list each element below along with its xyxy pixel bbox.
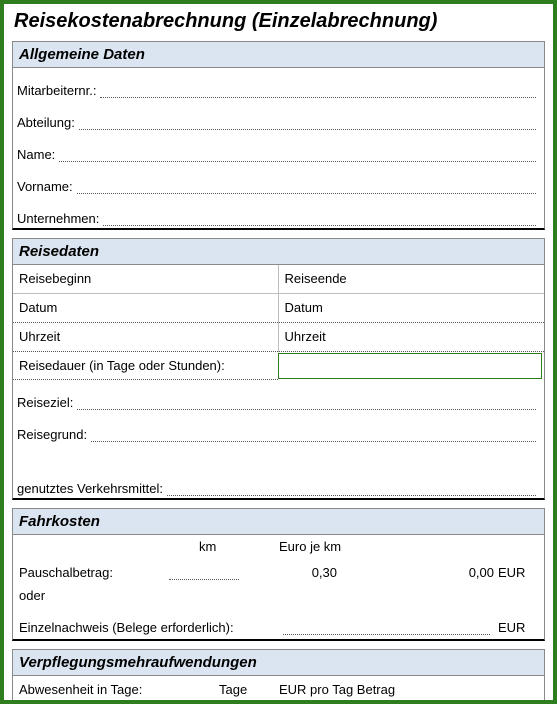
- input-line[interactable]: [103, 211, 536, 226]
- input-line[interactable]: [77, 395, 536, 410]
- label-verkehrsmittel: genutztes Verkehrsmittel:: [17, 481, 163, 496]
- section-verpflegung: Verpflegungsmehraufwendungen Abwesenheit…: [12, 649, 545, 704]
- reisedaten-grid: Reisebeginn Datum Uhrzeit Reiseende Datu…: [13, 265, 544, 352]
- currency: EUR: [498, 565, 538, 580]
- row-einzelnachweis: Einzelnachweis (Belege erforderlich): EU…: [13, 609, 544, 639]
- section-fahrkosten: Fahrkosten km Euro je km Pauschalbetrag:…: [12, 508, 545, 641]
- field-reisegrund: Reisegrund:: [13, 412, 544, 444]
- field-vorname: Vorname:: [13, 164, 544, 196]
- label-mitarbeiternr: Mitarbeiternr.:: [17, 83, 96, 98]
- label-name: Name:: [17, 147, 55, 162]
- verpflegung-column-headers: Abwesenheit in Tage: Tage EUR pro Tag Be…: [13, 676, 544, 699]
- col-tage: Tage: [219, 682, 279, 697]
- label-datum-beginn: Datum: [13, 294, 278, 323]
- input-line[interactable]: [79, 115, 536, 130]
- section-header-fahrkosten: Fahrkosten: [13, 509, 544, 535]
- col-reisebeginn: Reisebeginn Datum Uhrzeit: [13, 265, 279, 352]
- section-general: Allgemeine Daten Mitarbeiternr.: Abteilu…: [12, 41, 545, 230]
- label-unternehmen: Unternehmen:: [17, 211, 99, 226]
- label-abteilung: Abteilung:: [17, 115, 75, 130]
- field-mitarbeiternr: Mitarbeiternr.:: [13, 68, 544, 100]
- col-km: km: [199, 539, 279, 554]
- input-line[interactable]: [77, 179, 536, 194]
- label-reisegrund: Reisegrund:: [17, 427, 87, 442]
- field-abteilung: Abteilung:: [13, 100, 544, 132]
- value-rate: 0,30: [247, 565, 345, 580]
- currency: EUR: [498, 620, 538, 635]
- field-name: Name:: [13, 132, 544, 164]
- label-pauschalbetrag: Pauschalbetrag:: [19, 565, 169, 580]
- col-reiseende: Reiseende Datum Uhrzeit: [279, 265, 545, 352]
- label-uhrzeit-beginn: Uhrzeit: [13, 323, 278, 352]
- input-line[interactable]: [167, 481, 536, 496]
- row-ab-24-stunden: ab 24 Stunden 24,00 0,00 EUR: [13, 699, 544, 704]
- section-reisedaten: Reisedaten Reisebeginn Datum Uhrzeit Rei…: [12, 238, 545, 500]
- value-amount: 0,00: [424, 565, 498, 580]
- input-line[interactable]: [100, 83, 536, 98]
- row-reisedauer: Reisedauer (in Tage oder Stunden):: [13, 352, 544, 380]
- field-reiseziel: Reiseziel:: [13, 380, 544, 412]
- label-datum-ende: Datum: [279, 294, 545, 323]
- col-eur-pro-tag: EUR pro Tag Betrag: [279, 682, 538, 697]
- col-euro-je-km: Euro je km: [279, 539, 379, 554]
- field-unternehmen: Unternehmen:: [13, 196, 544, 228]
- label-abwesenheit: Abwesenheit in Tage:: [19, 682, 219, 697]
- fahrkosten-column-headers: km Euro je km: [13, 535, 544, 554]
- input-km[interactable]: [169, 565, 239, 580]
- label-einzelnachweis: Einzelnachweis (Belege erforderlich):: [19, 620, 279, 635]
- label-vorname: Vorname:: [17, 179, 73, 194]
- label-oder: oder: [13, 582, 544, 609]
- section-header-verpflegung: Verpflegungsmehraufwendungen: [13, 650, 544, 676]
- row-pauschalbetrag: Pauschalbetrag: 0,30 0,00 EUR: [13, 554, 544, 582]
- section-header-general: Allgemeine Daten: [13, 42, 544, 68]
- label-reisebeginn: Reisebeginn: [13, 265, 278, 294]
- input-line[interactable]: [91, 427, 536, 442]
- label-reisedauer: Reisedauer (in Tage oder Stunden):: [13, 352, 278, 380]
- field-verkehrsmittel: genutztes Verkehrsmittel:: [13, 466, 544, 498]
- document-frame: Reisekostenabrechnung (Einzelabrechnung)…: [0, 0, 557, 704]
- input-line[interactable]: [283, 620, 490, 635]
- section-header-reisedaten: Reisedaten: [13, 239, 544, 265]
- label-uhrzeit-ende: Uhrzeit: [279, 323, 545, 352]
- document-title: Reisekostenabrechnung (Einzelabrechnung): [12, 10, 545, 41]
- input-reisedauer[interactable]: [278, 353, 542, 379]
- label-reiseende: Reiseende: [279, 265, 545, 294]
- input-line[interactable]: [59, 147, 536, 162]
- label-reiseziel: Reiseziel:: [17, 395, 73, 410]
